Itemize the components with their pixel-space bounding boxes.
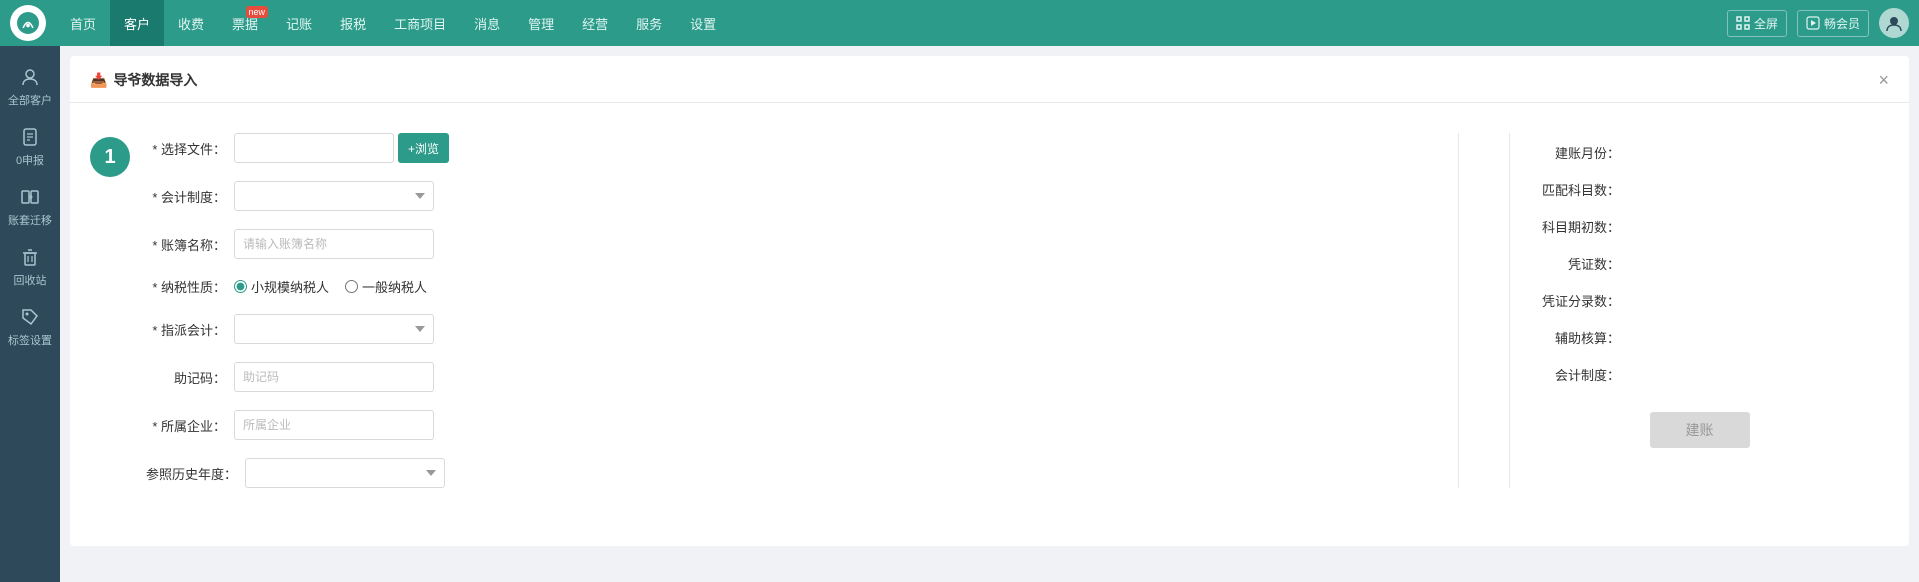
accountant-label: * 指派会计： [146, 320, 226, 339]
import-icon: 📥 [90, 72, 107, 89]
memo-row: 助记码： [146, 362, 1408, 392]
tax-type-row: * 纳税性质： 小规模纳税人 一般纳税人 [146, 277, 1408, 296]
trash-icon [19, 246, 41, 268]
top-navigation: 首页 客户 收费 票据 new 记账 报税 工商项目 消息 管理 经营 服务 设… [0, 0, 1919, 46]
close-button[interactable]: × [1878, 71, 1889, 89]
nav-item-customers[interactable]: 客户 [110, 0, 164, 46]
subjects-initial-label: 科目期初数： [1530, 217, 1620, 236]
nav-item-commerce[interactable]: 工商项目 [380, 0, 460, 46]
file-row: * 选择文件： +浏览 [146, 133, 1408, 163]
app-logo [10, 5, 46, 41]
company-label: * 所属企业： [146, 416, 226, 435]
nav-item-bills[interactable]: 票据 new [218, 0, 272, 46]
small-taxpayer-option[interactable]: 小规模纳税人 [234, 277, 329, 296]
form-fields: * 选择文件： +浏览 * 会计制度： [146, 133, 1408, 488]
history-year-row: 参照历史年度： [146, 458, 1408, 488]
step-section: 1 * 选择文件： +浏览 * 会计制度： [90, 133, 1408, 488]
file-input-group: +浏览 [234, 133, 449, 163]
play-icon [1806, 16, 1820, 30]
right-info-panel: 建账月份： 匹配科目数： 科目期初数： 凭证数： [1509, 133, 1889, 488]
user-avatar[interactable] [1879, 8, 1909, 38]
ledger-name-row: * 账簿名称： [146, 229, 1408, 259]
sidebar-item-zero-filing[interactable]: 0申报 [0, 116, 60, 176]
form-body: 1 * 选择文件： +浏览 * 会计制度： [70, 103, 1909, 508]
accountant-select[interactable] [234, 314, 434, 344]
aux-accounting-label: 辅助核算： [1530, 328, 1620, 347]
history-year-select[interactable] [245, 458, 445, 488]
avatar-icon [1885, 14, 1903, 32]
panel-title: 📥 导爷数据导入 [90, 70, 197, 90]
right-accounting-system-row: 会计制度： [1530, 365, 1869, 384]
ledger-name-label: * 账簿名称： [146, 235, 226, 254]
nav-item-services[interactable]: 服务 [622, 0, 676, 46]
company-input[interactable] [234, 410, 434, 440]
main-layout: 全部客户 0申报 账套迁移 [0, 46, 1919, 582]
right-accounting-system-label: 会计制度： [1530, 365, 1620, 384]
file-input[interactable] [234, 133, 394, 163]
tax-type-label: * 纳税性质： [146, 277, 226, 296]
sidebar-item-recycle-bin[interactable]: 回收站 [0, 236, 60, 296]
nav-item-fees[interactable]: 收费 [164, 0, 218, 46]
nav-item-manage[interactable]: 管理 [514, 0, 568, 46]
content-area: 📥 导爷数据导入 × 1 * 选择文件： +浏 [60, 46, 1919, 582]
build-month-row: 建账月份： [1530, 143, 1869, 162]
tag-icon [19, 306, 41, 328]
general-taxpayer-radio[interactable] [345, 280, 358, 293]
tax-type-group: 小规模纳税人 一般纳税人 [234, 277, 427, 296]
browse-button[interactable]: +浏览 [398, 133, 449, 163]
nav-item-operations[interactable]: 经营 [568, 0, 622, 46]
step-badge: 1 [90, 137, 130, 177]
accounting-system-row: * 会计制度： [146, 181, 1408, 211]
accounting-system-label: * 会计制度： [146, 187, 226, 206]
build-month-label: 建账月份： [1530, 143, 1620, 162]
file-label: * 选择文件： [146, 139, 226, 158]
build-account-button[interactable]: 建账 [1650, 412, 1750, 448]
nav-item-tax[interactable]: 报税 [326, 0, 380, 46]
nav-item-settings[interactable]: 设置 [676, 0, 730, 46]
company-row: * 所属企业： [146, 410, 1408, 440]
member-button[interactable]: 畅会员 [1797, 10, 1869, 37]
match-subjects-label: 匹配科目数： [1530, 180, 1620, 199]
panel-header: 📥 导爷数据导入 × [70, 56, 1909, 103]
fullscreen-button[interactable]: 全屏 [1727, 10, 1787, 37]
accounting-system-select[interactable] [234, 181, 434, 211]
voucher-row: 凭证数： [1530, 254, 1869, 273]
divider [1458, 133, 1459, 488]
voucher-entries-label: 凭证分录数： [1530, 291, 1620, 310]
memo-input[interactable] [234, 362, 434, 392]
voucher-entries-row: 凭证分录数： [1530, 291, 1869, 310]
transfer-icon [19, 186, 41, 208]
nav-item-bookkeeping[interactable]: 记账 [272, 0, 326, 46]
sidebar-item-account-migration[interactable]: 账套迁移 [0, 176, 60, 236]
nav-item-home[interactable]: 首页 [56, 0, 110, 46]
user-icon [19, 66, 41, 88]
match-subjects-row: 匹配科目数： [1530, 180, 1869, 199]
history-year-label: 参照历史年度： [146, 464, 237, 483]
fullscreen-icon [1736, 16, 1750, 30]
subjects-initial-row: 科目期初数： [1530, 217, 1869, 236]
voucher-label: 凭证数： [1530, 254, 1620, 273]
sidebar: 全部客户 0申报 账套迁移 [0, 46, 60, 582]
memo-label: 助记码： [146, 368, 226, 387]
small-taxpayer-radio[interactable] [234, 280, 247, 293]
sidebar-item-tag-settings[interactable]: 标签设置 [0, 296, 60, 356]
general-taxpayer-option[interactable]: 一般纳税人 [345, 277, 427, 296]
nav-item-messages[interactable]: 消息 [460, 0, 514, 46]
aux-accounting-row: 辅助核算： [1530, 328, 1869, 347]
nav-right: 全屏 畅会员 [1727, 8, 1909, 38]
import-panel: 📥 导爷数据导入 × 1 * 选择文件： +浏 [70, 56, 1909, 546]
sidebar-item-all-customers[interactable]: 全部客户 [0, 56, 60, 116]
new-badge: new [246, 6, 269, 18]
file-icon [19, 126, 41, 148]
accountant-row: * 指派会计： [146, 314, 1408, 344]
ledger-name-input[interactable] [234, 229, 434, 259]
